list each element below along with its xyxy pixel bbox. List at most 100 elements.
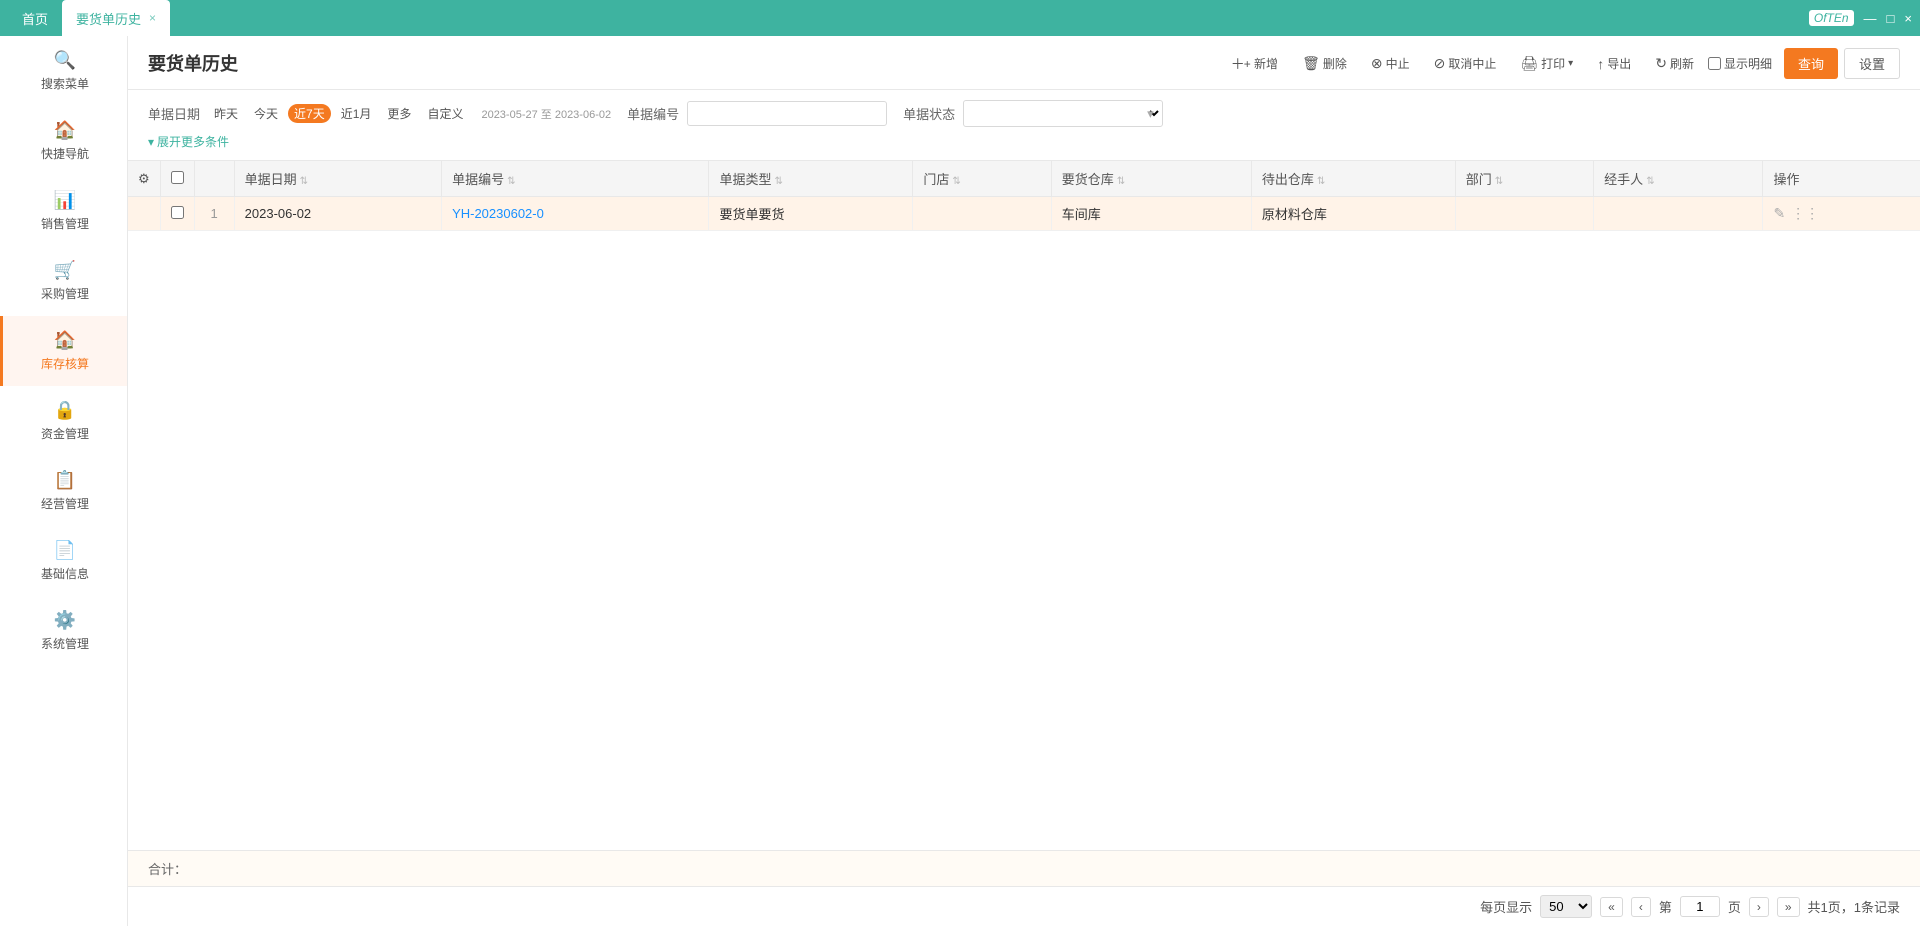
col-doc-type[interactable]: 单据类型⇅ xyxy=(709,161,913,197)
sidebar-item-quick-nav-label: 快捷导航 xyxy=(41,145,89,162)
col-doc-no[interactable]: 单据编号⇅ xyxy=(442,161,709,197)
col-doc-date[interactable]: 单据日期⇅ xyxy=(234,161,441,197)
filter-row: 单据日期 昨天 今天 近7天 近1月 更多 自定义 2023-05-27 至 2… xyxy=(148,100,1900,127)
page-label: 第 xyxy=(1659,897,1672,916)
filter-status-select[interactable] xyxy=(963,100,1163,127)
col-settings[interactable]: ⚙ xyxy=(128,161,160,197)
main-layout: 🔍 搜索菜单 🏠 快捷导航 📊 销售管理 🛒 采购管理 🏠 库存核算 🔒 资金管… xyxy=(0,36,1920,926)
col-store[interactable]: 门店⇅ xyxy=(913,161,1051,197)
col-checkbox xyxy=(160,161,194,197)
tab-requisition-history[interactable]: 要货单历史 × xyxy=(62,0,170,36)
refresh-icon: ↻ xyxy=(1655,55,1667,72)
export-button[interactable]: ↑ 导出 xyxy=(1587,51,1641,76)
filter-status-group: 单据状态 ▾ xyxy=(903,100,1154,127)
tab-home[interactable]: 首页 xyxy=(8,0,62,36)
close-button[interactable]: × xyxy=(1904,11,1912,26)
row-edit-icon[interactable]: ✎ xyxy=(1773,205,1785,222)
pagination: 每页显示 50 10 20 100 « ‹ 第 页 › » 共1页，1条记录 xyxy=(128,886,1920,926)
row-dept xyxy=(1455,197,1593,231)
sidebar-item-sales-mgmt[interactable]: 📊 销售管理 xyxy=(0,176,127,246)
sidebar-item-purchase-mgmt[interactable]: 🛒 采购管理 xyxy=(0,246,127,316)
sales-mgmt-icon: 📊 xyxy=(54,190,76,211)
filter-date-group: 单据日期 昨天 今天 近7天 近1月 更多 自定义 2023-05-27 至 2… xyxy=(148,104,611,123)
total-info: 共1页，1条记录 xyxy=(1808,897,1900,916)
table-header-row: ⚙ 单据日期⇅ 单据编号⇅ 单据类型⇅ 门店⇅ 要货仓库⇅ 待出仓库⇅ 部门⇅ … xyxy=(128,161,1920,197)
col-action: 操作 xyxy=(1763,161,1920,197)
query-button[interactable]: 查询 xyxy=(1784,48,1838,79)
filter-date-more[interactable]: 更多 xyxy=(381,104,417,123)
print-dropdown-icon: ▾ xyxy=(1568,58,1573,69)
col-num xyxy=(194,161,234,197)
row-doc-no[interactable]: YH-20230602-0 xyxy=(442,197,709,231)
expand-more-conditions[interactable]: ▾ 展开更多条件 xyxy=(148,133,1900,150)
settings-button[interactable]: 设置 xyxy=(1844,48,1900,79)
filter-date-7days[interactable]: 近7天 xyxy=(288,104,331,123)
page-header: 要货单历史 ＋ + 新增 🗑 删除 ⊗ 中止 ⊘ xyxy=(128,36,1920,90)
table-area: ⚙ 单据日期⇅ 单据编号⇅ 单据类型⇅ 门店⇅ 要货仓库⇅ 待出仓库⇅ 部门⇅ … xyxy=(128,161,1920,850)
col-dept[interactable]: 部门⇅ xyxy=(1455,161,1593,197)
filter-date-custom[interactable]: 自定义 xyxy=(421,104,469,123)
filter-date-1month[interactable]: 近1月 xyxy=(335,104,378,123)
delete-icon: 🗑 xyxy=(1302,55,1320,72)
expand-icon: ▾ xyxy=(148,135,154,149)
select-all-checkbox[interactable] xyxy=(171,171,184,184)
last-page-button[interactable]: » xyxy=(1777,897,1800,917)
print-icon: 🖨 xyxy=(1520,55,1538,72)
export-icon: ↑ xyxy=(1597,56,1604,72)
filter-docno-input[interactable] xyxy=(687,101,887,126)
sidebar-item-operations-mgmt-label: 经营管理 xyxy=(41,495,89,512)
sidebar-item-finance-mgmt-label: 资金管理 xyxy=(41,425,89,442)
page-suffix: 页 xyxy=(1728,897,1741,916)
cancel-stop-button[interactable]: ⊘ 取消中止 xyxy=(1424,51,1507,76)
per-page-select[interactable]: 50 10 20 100 xyxy=(1540,895,1592,918)
next-page-button[interactable]: › xyxy=(1749,897,1769,917)
delete-button[interactable]: 🗑 删除 xyxy=(1292,51,1357,76)
display-detail-toggle[interactable]: 显示明细 xyxy=(1708,55,1772,72)
often-badge: OfTEn xyxy=(1809,10,1854,26)
filter-date-today[interactable]: 今天 xyxy=(248,104,284,123)
basic-info-icon: 📄 xyxy=(54,540,76,561)
stop-icon: ⊗ xyxy=(1371,55,1383,72)
summary-label: 合计： xyxy=(148,862,187,877)
refresh-button[interactable]: ↻ 刷新 xyxy=(1645,51,1704,76)
sidebar: 🔍 搜索菜单 🏠 快捷导航 📊 销售管理 🛒 采购管理 🏠 库存核算 🔒 资金管… xyxy=(0,36,128,926)
col-handler[interactable]: 经手人⇅ xyxy=(1594,161,1763,197)
inventory-icon: 🏠 xyxy=(54,330,76,351)
sidebar-item-search-menu[interactable]: 🔍 搜索菜单 xyxy=(0,36,127,106)
row-req-warehouse: 车间库 xyxy=(1051,197,1251,231)
row-more-icon[interactable]: ⋮⋮ xyxy=(1791,205,1819,222)
first-page-button[interactable]: « xyxy=(1600,897,1623,917)
maximize-button[interactable]: □ xyxy=(1887,11,1895,26)
page-number-input[interactable] xyxy=(1680,896,1720,917)
minimize-button[interactable]: — xyxy=(1864,11,1877,26)
finance-mgmt-icon: 🔒 xyxy=(54,400,76,421)
cancel-stop-icon: ⊘ xyxy=(1434,55,1446,72)
new-button[interactable]: ＋ + 新增 xyxy=(1221,50,1288,78)
sidebar-item-operations-mgmt[interactable]: 📋 经营管理 xyxy=(0,456,127,526)
quick-nav-icon: 🏠 xyxy=(54,120,76,141)
per-page-label: 每页显示 xyxy=(1480,897,1532,916)
col-pending-warehouse[interactable]: 待出仓库⇅ xyxy=(1251,161,1455,197)
page-title: 要货单历史 xyxy=(148,50,238,76)
col-req-warehouse[interactable]: 要货仓库⇅ xyxy=(1051,161,1251,197)
print-button[interactable]: 🖨 打印 ▾ xyxy=(1510,51,1583,76)
sidebar-item-system-mgmt[interactable]: ⚙️ 系统管理 xyxy=(0,596,127,666)
filter-date-label: 单据日期 xyxy=(148,104,200,123)
new-icon: ＋ xyxy=(1231,54,1245,74)
display-detail-checkbox[interactable] xyxy=(1708,57,1721,70)
sidebar-item-basic-info[interactable]: 📄 基础信息 xyxy=(0,526,127,596)
sidebar-item-finance-mgmt[interactable]: 🔒 资金管理 xyxy=(0,386,127,456)
prev-page-button[interactable]: ‹ xyxy=(1631,897,1651,917)
sidebar-item-quick-nav[interactable]: 🏠 快捷导航 xyxy=(0,106,127,176)
filter-date-yesterday[interactable]: 昨天 xyxy=(208,104,244,123)
sidebar-item-purchase-mgmt-label: 采购管理 xyxy=(41,285,89,302)
stop-button[interactable]: ⊗ 中止 xyxy=(1361,51,1420,76)
content-area: 要货单历史 ＋ + 新增 🗑 删除 ⊗ 中止 ⊘ xyxy=(128,36,1920,926)
sidebar-item-inventory[interactable]: 🏠 库存核算 xyxy=(0,316,127,386)
search-menu-icon: 🔍 xyxy=(54,50,76,71)
row-checkbox[interactable] xyxy=(160,197,194,231)
sidebar-item-search-menu-label: 搜索菜单 xyxy=(41,75,89,92)
purchase-mgmt-icon: 🛒 xyxy=(54,260,76,281)
close-tab-icon[interactable]: × xyxy=(149,11,156,25)
filter-area: 单据日期 昨天 今天 近7天 近1月 更多 自定义 2023-05-27 至 2… xyxy=(128,90,1920,161)
